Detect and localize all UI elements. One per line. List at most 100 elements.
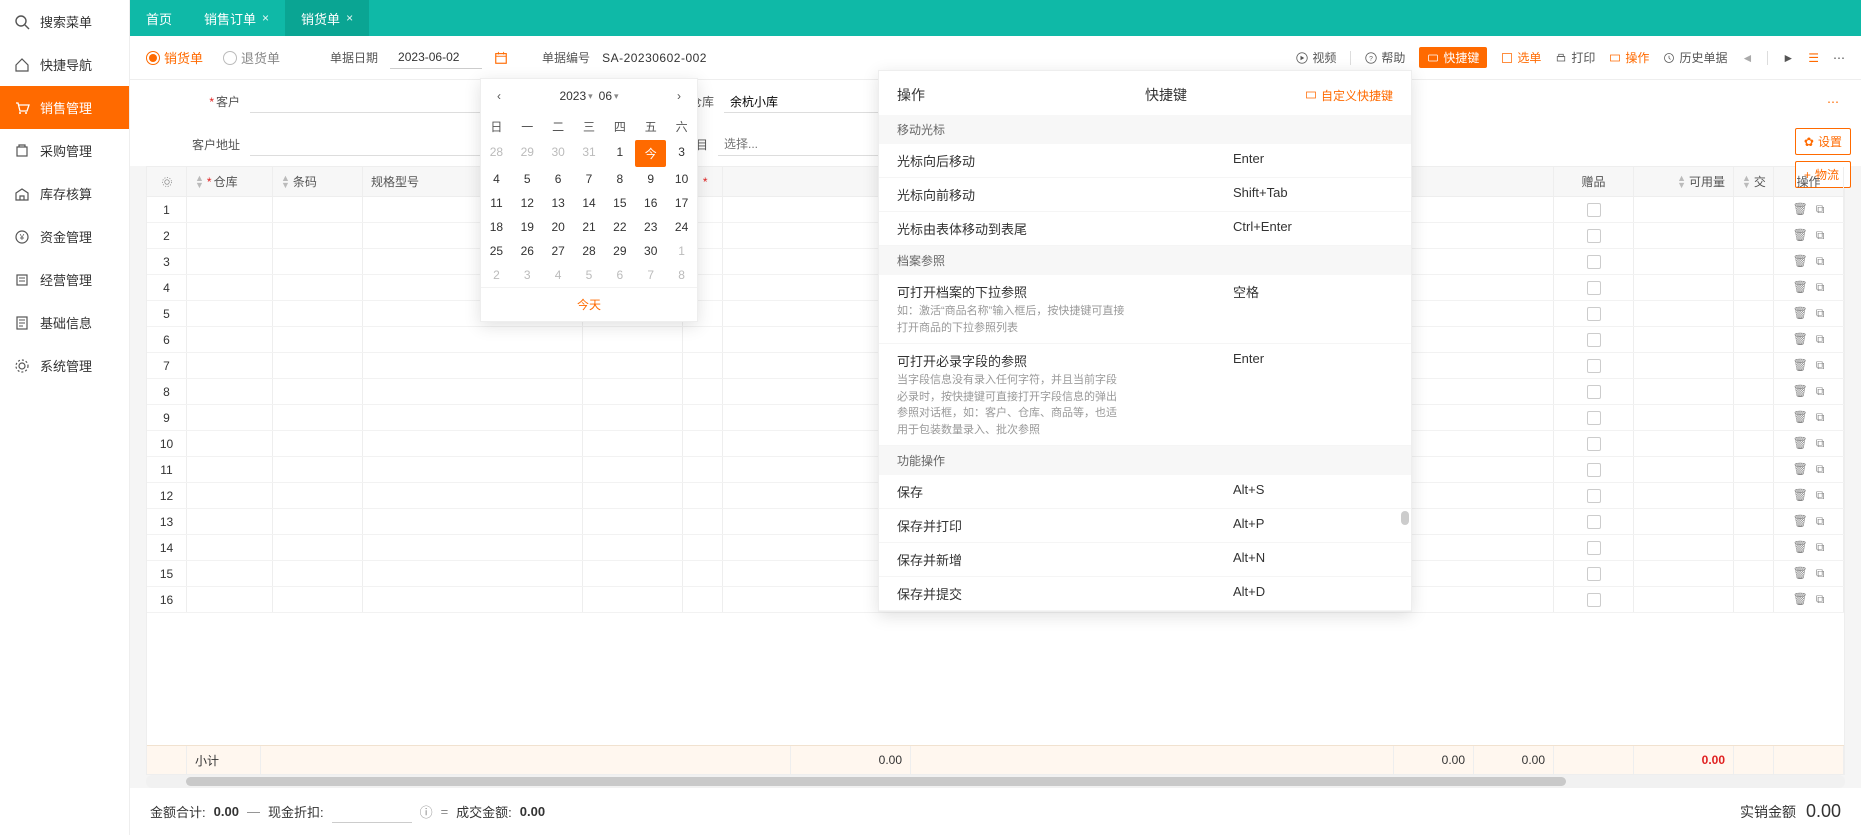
cal-day[interactable]: 27: [543, 239, 574, 263]
cal-day[interactable]: 24: [666, 215, 697, 239]
cal-day[interactable]: 21: [574, 215, 605, 239]
th-deliver[interactable]: ▲▼交: [1734, 167, 1774, 196]
cell-gift[interactable]: [1554, 483, 1634, 508]
chevron-right-icon[interactable]: ►: [1782, 51, 1794, 65]
copy-icon[interactable]: ⧉: [1816, 358, 1825, 373]
cell-taxrate[interactable]: [583, 587, 683, 612]
cell-barcode[interactable]: [273, 275, 363, 300]
cell-spec[interactable]: [363, 561, 583, 586]
copy-icon[interactable]: ⧉: [1816, 332, 1825, 347]
cell-warehouse[interactable]: [187, 249, 273, 274]
copy-icon[interactable]: ⧉: [1816, 280, 1825, 295]
cell-taxrate[interactable]: [583, 379, 683, 404]
cell-deliver[interactable]: [1734, 301, 1774, 326]
cal-day[interactable]: 5: [512, 167, 543, 191]
cell-warehouse[interactable]: [187, 509, 273, 534]
cal-day[interactable]: 25: [481, 239, 512, 263]
cell-spec[interactable]: [363, 327, 583, 352]
cell-gift[interactable]: [1554, 587, 1634, 612]
cell-required[interactable]: [683, 509, 723, 534]
cal-day[interactable]: 1: [666, 239, 697, 263]
cell-required[interactable]: [683, 405, 723, 430]
shortcut-button[interactable]: 快捷键: [1419, 47, 1487, 68]
checkbox[interactable]: [1587, 437, 1601, 451]
cell-deliver[interactable]: [1734, 379, 1774, 404]
calendar-icon[interactable]: [494, 51, 508, 65]
cal-day[interactable]: 今: [635, 140, 666, 167]
delete-icon[interactable]: 🗑: [1793, 202, 1808, 217]
cell-deliver[interactable]: [1734, 197, 1774, 222]
cal-day[interactable]: 29: [604, 239, 635, 263]
cell-barcode[interactable]: [273, 353, 363, 378]
checkbox[interactable]: [1587, 593, 1601, 607]
warehouse-input[interactable]: [724, 90, 891, 113]
delete-icon[interactable]: 🗑: [1793, 488, 1808, 503]
delete-icon[interactable]: 🗑: [1793, 436, 1808, 451]
copy-icon[interactable]: ⧉: [1816, 592, 1825, 607]
th-warehouse[interactable]: ▲▼*仓库: [187, 167, 273, 196]
cell-deliver[interactable]: [1734, 223, 1774, 248]
help-circle-icon[interactable]: ⓘ: [420, 802, 433, 821]
cell-spec[interactable]: [363, 353, 583, 378]
cell-barcode[interactable]: [273, 249, 363, 274]
cal-day[interactable]: 18: [481, 215, 512, 239]
sidebar-item-basic[interactable]: 基础信息: [0, 301, 129, 344]
cell-spec[interactable]: [363, 483, 583, 508]
cell-warehouse[interactable]: [187, 587, 273, 612]
cell-warehouse[interactable]: [187, 431, 273, 456]
cell-gift[interactable]: [1554, 457, 1634, 482]
checkbox[interactable]: [1587, 489, 1601, 503]
cell-warehouse[interactable]: [187, 301, 273, 326]
cell-barcode[interactable]: [273, 483, 363, 508]
cell-warehouse[interactable]: [187, 327, 273, 352]
print-link[interactable]: 打印: [1555, 49, 1595, 66]
menu-icon[interactable]: ☰: [1808, 51, 1819, 65]
tab-sales-order[interactable]: 销售订单×: [188, 0, 285, 36]
scrollbar-thumb[interactable]: [1401, 511, 1409, 525]
cal-day[interactable]: 15: [604, 191, 635, 215]
cell-deliver[interactable]: [1734, 587, 1774, 612]
checkbox[interactable]: [1587, 515, 1601, 529]
cell-gift[interactable]: [1554, 275, 1634, 300]
cal-day[interactable]: 8: [666, 263, 697, 287]
cell-barcode[interactable]: [273, 457, 363, 482]
cal-month-select[interactable]: 06▾: [599, 89, 619, 103]
cell-warehouse[interactable]: [187, 535, 273, 560]
cell-required[interactable]: [683, 379, 723, 404]
delete-icon[interactable]: 🗑: [1793, 254, 1808, 269]
cal-day[interactable]: 26: [512, 239, 543, 263]
select-order-link[interactable]: 选单: [1501, 49, 1541, 66]
cell-gift[interactable]: [1554, 535, 1634, 560]
cell-deliver[interactable]: [1734, 249, 1774, 274]
cell-required[interactable]: [683, 327, 723, 352]
cell-required[interactable]: [683, 353, 723, 378]
cell-warehouse[interactable]: [187, 561, 273, 586]
checkbox[interactable]: [1587, 541, 1601, 555]
cal-year-select[interactable]: 2023▾: [559, 89, 592, 103]
cell-deliver[interactable]: [1734, 327, 1774, 352]
cal-day[interactable]: 4: [481, 167, 512, 191]
cal-day[interactable]: 30: [543, 140, 574, 167]
cal-day[interactable]: 28: [574, 239, 605, 263]
copy-icon[interactable]: ⧉: [1816, 514, 1825, 529]
th-available[interactable]: ▲▼可用量: [1634, 167, 1734, 196]
checkbox[interactable]: [1587, 333, 1601, 347]
cal-day[interactable]: 11: [481, 191, 512, 215]
cal-day[interactable]: 20: [543, 215, 574, 239]
cal-next[interactable]: ›: [671, 87, 687, 105]
cell-barcode[interactable]: [273, 431, 363, 456]
cell-barcode[interactable]: [273, 197, 363, 222]
discount-input[interactable]: [332, 800, 412, 823]
cell-taxrate[interactable]: [583, 431, 683, 456]
cell-warehouse[interactable]: [187, 353, 273, 378]
cell-warehouse[interactable]: [187, 457, 273, 482]
radio-sale[interactable]: 销货单: [146, 48, 203, 67]
sidebar-item-sales[interactable]: 销售管理: [0, 86, 129, 129]
delete-icon[interactable]: 🗑: [1793, 514, 1808, 529]
cal-day[interactable]: 13: [543, 191, 574, 215]
cal-today-link[interactable]: 今天: [481, 287, 697, 321]
cal-day[interactable]: 7: [635, 263, 666, 287]
tab-home[interactable]: 首页: [130, 0, 188, 36]
cal-day[interactable]: 19: [512, 215, 543, 239]
cal-day[interactable]: 10: [666, 167, 697, 191]
